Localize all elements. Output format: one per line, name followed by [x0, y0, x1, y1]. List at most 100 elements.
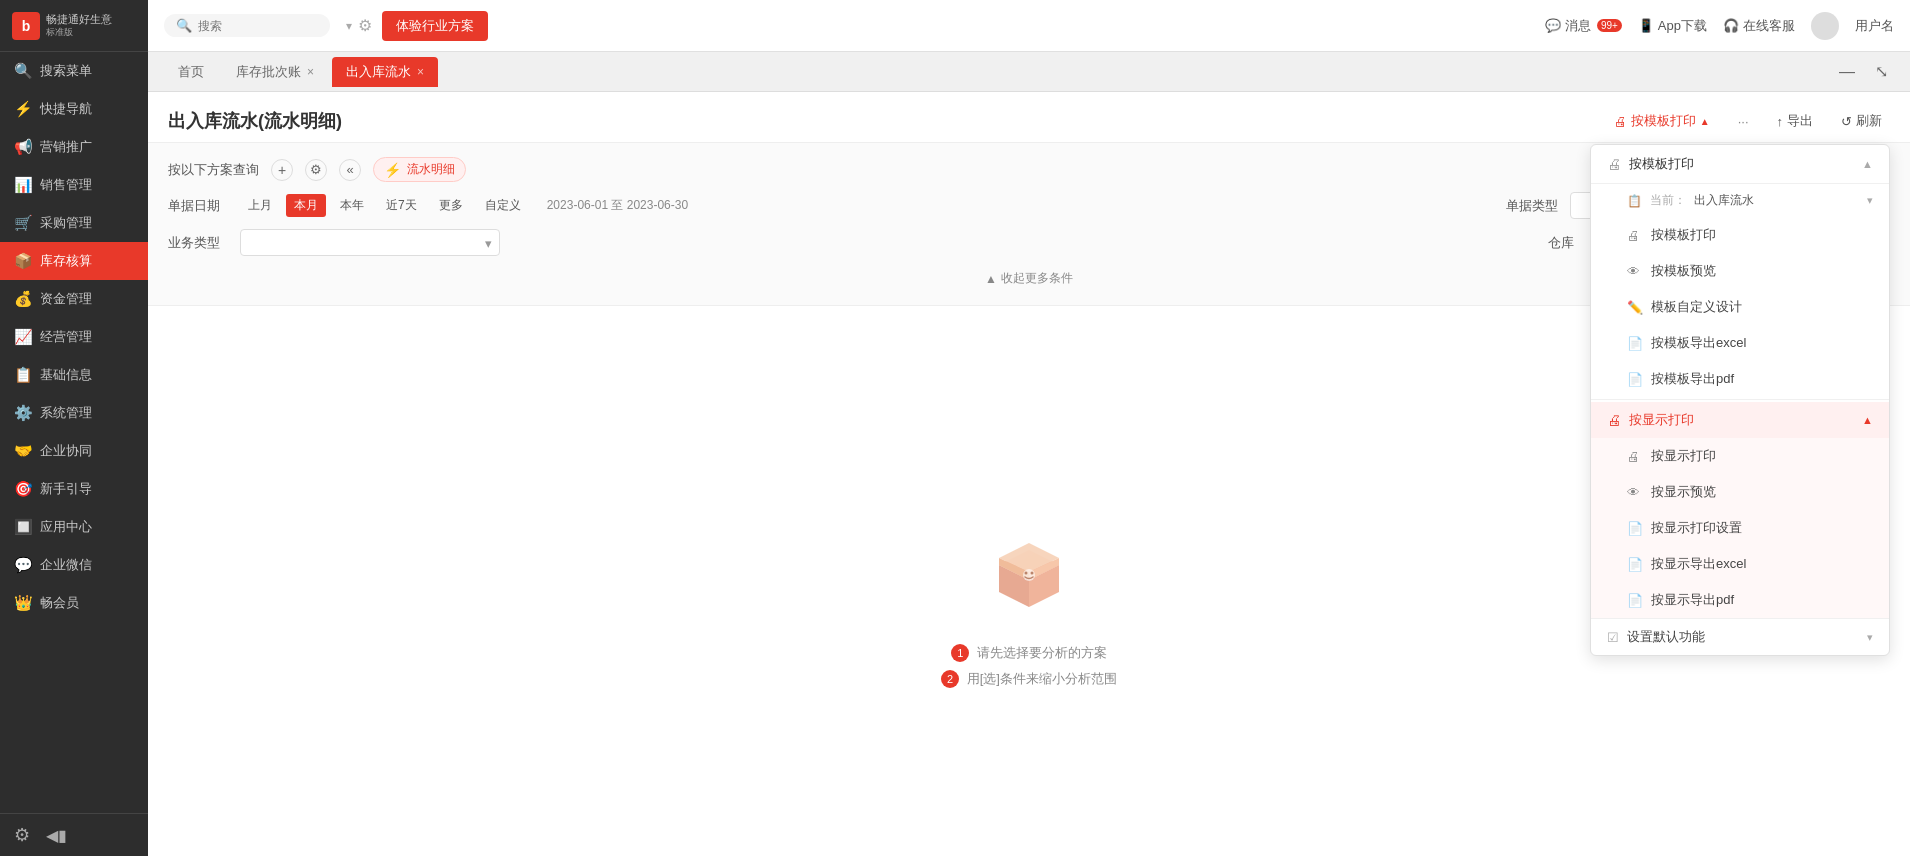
tab-batch-account[interactable]: 库存批次账 ×	[222, 57, 328, 87]
sidebar-label-membership: 畅会员	[40, 594, 79, 612]
filter-tag-icon: ⚡	[384, 162, 401, 178]
settings-icon[interactable]: ⚙	[14, 824, 30, 846]
message-button[interactable]: 💬 消息 99+	[1545, 17, 1622, 35]
filter-collapse-more-button[interactable]: ▲ 收起更多条件	[977, 266, 1081, 291]
online-service-button[interactable]: 🎧 在线客服	[1723, 17, 1795, 35]
sidebar-item-sales[interactable]: 📊销售管理	[0, 166, 148, 204]
sidebar-label-search-menu: 搜索菜单	[40, 62, 92, 80]
tab-minimize-button[interactable]: —	[1833, 60, 1861, 83]
dropdown-item-display-export-excel[interactable]: 📄 按显示导出excel	[1591, 546, 1889, 582]
dropdown-item-template-export-pdf[interactable]: 📄 按模板导出pdf	[1591, 361, 1889, 397]
dropdown-item-template-print[interactable]: 🖨 按模板打印	[1591, 217, 1889, 253]
industry-solution-button[interactable]: 体验行业方案	[382, 11, 488, 41]
hint-num-1: 1	[951, 644, 969, 662]
filter-biztype-select[interactable]	[240, 229, 500, 256]
filter-collapse-button[interactable]: «	[339, 159, 361, 181]
export-button[interactable]: ↑ 导出	[1769, 108, 1822, 134]
collapse-icon[interactable]: ◀▮	[46, 826, 67, 845]
dropdown-item-display-print[interactable]: 🖨 按显示打印	[1591, 438, 1889, 474]
date-tab-this-year[interactable]: 本年	[332, 194, 372, 217]
template-excel-icon: 📄	[1627, 336, 1643, 351]
sidebar-item-basic-info[interactable]: 📋基础信息	[0, 356, 148, 394]
svg-point-7	[1025, 572, 1028, 575]
more-actions-button[interactable]: ···	[1730, 110, 1757, 133]
chevron-up-icon-display: ▲	[1862, 414, 1873, 426]
logo-name: 畅捷通好生意	[46, 12, 112, 26]
sidebar-item-enterprise-wechat[interactable]: 💬企业微信	[0, 546, 148, 584]
sidebar-item-purchase[interactable]: 🛒采购管理	[0, 204, 148, 242]
dropdown-display-section-toggle[interactable]: 🖨 按显示打印 ▲	[1591, 402, 1889, 438]
empty-hint-2-text: 用[选]条件来缩小分析范围	[967, 671, 1117, 686]
default-settings-icon: ☑	[1607, 630, 1619, 645]
page-header: 出入库流水(流水明细) 🖨 按模板打印 ▲ ··· ↑ 导出 ↺ 刷新	[148, 92, 1910, 143]
display-print-settings-label: 按显示打印设置	[1651, 519, 1742, 537]
topbar-search-wrap: 🔍	[164, 14, 330, 37]
sidebar-nav: 🔍搜索菜单⚡快捷导航📢营销推广📊销售管理🛒采购管理📦库存核算💰资金管理📈经营管理…	[0, 52, 148, 813]
sidebar-item-search-menu[interactable]: 🔍搜索菜单	[0, 52, 148, 90]
filter-active-tag[interactable]: ⚡ 流水明细	[373, 157, 466, 182]
display-pdf-icon: 📄	[1627, 593, 1643, 608]
dropdown-footer-default[interactable]: ☑ 设置默认功能 ▾	[1591, 618, 1889, 655]
filter-doctype-label: 单据类型	[1506, 197, 1558, 215]
dropdown-template-print-header[interactable]: 🖨 按模板打印 ▲	[1591, 145, 1889, 184]
display-preview-item-label: 按显示预览	[1651, 483, 1716, 501]
display-print-section-icon: 🖨	[1607, 412, 1621, 428]
tab-maximize-button[interactable]: ⤡	[1869, 60, 1894, 83]
sidebar-item-newbie[interactable]: 🎯新手引导	[0, 470, 148, 508]
phone-icon: 📱	[1638, 18, 1654, 33]
sidebar-item-inventory[interactable]: 📦库存核算	[0, 242, 148, 280]
date-tab-custom[interactable]: 自定义	[477, 194, 529, 217]
tab-flow[interactable]: 出入库流水 ×	[332, 57, 438, 87]
refresh-icon: ↺	[1841, 114, 1852, 129]
sidebar-item-quick-nav[interactable]: ⚡快捷导航	[0, 90, 148, 128]
sidebar-item-membership[interactable]: 👑畅会员	[0, 584, 148, 622]
tab-home[interactable]: 首页	[164, 57, 218, 87]
date-tab-more[interactable]: 更多	[431, 194, 471, 217]
search-input[interactable]	[198, 19, 318, 33]
sidebar-icon-quick-nav: ⚡	[14, 100, 32, 118]
sidebar-icon-finance: 💰	[14, 290, 32, 308]
sidebar-icon-basic-info: 📋	[14, 366, 32, 384]
message-label: 消息	[1565, 17, 1591, 35]
current-doc-label: 出入库流水	[1694, 192, 1859, 209]
sidebar-item-finance[interactable]: 💰资金管理	[0, 280, 148, 318]
search-icon: 🔍	[176, 18, 192, 33]
dropdown-item-template-preview[interactable]: 👁 按模板预览	[1591, 253, 1889, 289]
logo-text-wrap: 畅捷通好生意 标准版	[46, 12, 112, 39]
print-dropdown-panel: 🖨 按模板打印 ▲ 📋 当前： 出入库流水 ▾ 🖨 按模板打印 👁 按模板预览	[1590, 144, 1890, 656]
empty-hint-1: 1 请先选择要分析的方案	[951, 640, 1107, 666]
sidebar-item-marketing[interactable]: 📢营销推广	[0, 128, 148, 166]
sidebar-icon-marketing: 📢	[14, 138, 32, 156]
filter-tag-label: 流水明细	[407, 161, 455, 178]
dropdown-current-label: 📋 当前： 出入库流水 ▾	[1591, 184, 1889, 217]
tab-batch-account-close[interactable]: ×	[307, 65, 314, 79]
filter-date-label: 单据日期	[168, 197, 228, 215]
app-download-button[interactable]: 📱 App下载	[1638, 17, 1707, 35]
template-export-pdf-label: 按模板导出pdf	[1651, 370, 1734, 388]
gear-icon[interactable]: ⚙	[358, 16, 372, 35]
dropdown-item-display-preview[interactable]: 👁 按显示预览	[1591, 474, 1889, 510]
refresh-button[interactable]: ↺ 刷新	[1833, 108, 1890, 134]
dropdown-footer-label: 设置默认功能	[1627, 628, 1705, 646]
sidebar-item-enterprise-coop[interactable]: 🤝企业协同	[0, 432, 148, 470]
dropdown-item-display-export-pdf[interactable]: 📄 按显示导出pdf	[1591, 582, 1889, 618]
date-tab-last7days[interactable]: 近7天	[378, 194, 425, 217]
date-tab-prev-month[interactable]: 上月	[240, 194, 280, 217]
dropdown-item-display-print-settings[interactable]: 📄 按显示打印设置	[1591, 510, 1889, 546]
user-avatar[interactable]	[1811, 12, 1839, 40]
tab-flow-close[interactable]: ×	[417, 65, 424, 79]
dropdown-item-template-custom[interactable]: ✏️ 模板自定义设计	[1591, 289, 1889, 325]
sidebar-item-app-center[interactable]: 🔲应用中心	[0, 508, 148, 546]
filter-add-button[interactable]: +	[271, 159, 293, 181]
display-export-pdf-label: 按显示导出pdf	[1651, 591, 1734, 609]
template-print-button[interactable]: 🖨 按模板打印 ▲	[1606, 108, 1718, 134]
sidebar-icon-sales: 📊	[14, 176, 32, 194]
sidebar-item-operations[interactable]: 📈经营管理	[0, 318, 148, 356]
refresh-label: 刷新	[1856, 112, 1882, 130]
display-print-icon: 🖨	[1627, 449, 1643, 464]
dropdown-item-template-export-excel[interactable]: 📄 按模板导出excel	[1591, 325, 1889, 361]
date-tab-this-month[interactable]: 本月	[286, 194, 326, 217]
filter-settings-button[interactable]: ⚙	[305, 159, 327, 181]
sidebar-footer: ⚙ ◀▮	[0, 813, 148, 856]
sidebar-item-system[interactable]: ⚙️系统管理	[0, 394, 148, 432]
